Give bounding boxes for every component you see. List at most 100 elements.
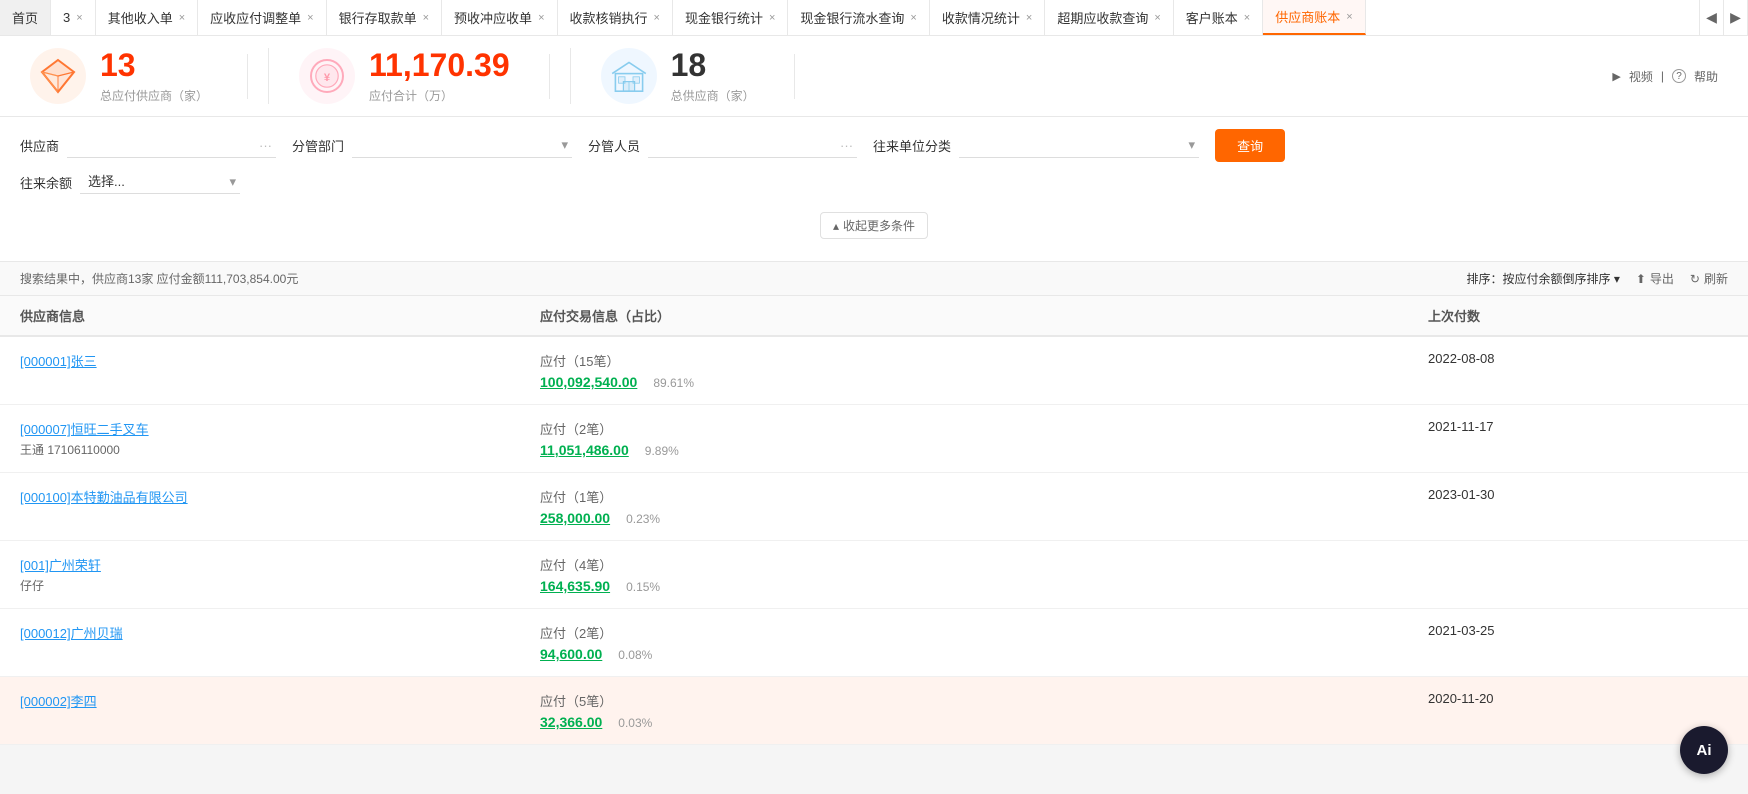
tx-info-cell: 应付（2笔） 94,600.00 0.08% xyxy=(540,623,1428,662)
tx-amount[interactable]: 164,635.90 xyxy=(540,578,610,594)
dept-select[interactable] xyxy=(360,138,564,153)
table-row: [000012]广州贝瑞 应付（2笔） 94,600.00 0.08% 2021… xyxy=(0,609,1748,677)
supplier-info-cell: [001]广州荣轩 仔仔 xyxy=(20,555,540,594)
tx-info-cell: 应付（4笔） 164,635.90 0.15% xyxy=(540,555,1428,594)
tx-row: 164,635.90 0.15% xyxy=(540,574,1428,594)
nav-arrow-right[interactable]: ▶ xyxy=(1724,0,1748,36)
close-icon[interactable]: × xyxy=(76,12,82,24)
last-pay-date: 2020-11-20 xyxy=(1428,691,1494,706)
supplier-icon xyxy=(30,48,86,104)
stats-bar: 13 总应付供应商（家） ¥ 11,170.39 应付合计（万） xyxy=(0,36,1748,117)
stat-label-payable-suppliers: 总应付供应商（家） xyxy=(100,87,208,104)
sort-chevron-icon: ▾ xyxy=(1614,272,1620,286)
supplier-link[interactable]: [000001]张三 xyxy=(20,351,540,370)
table-row: [000100]本特勤油品有限公司 应付（1笔） 258,000.00 0.23… xyxy=(0,473,1748,541)
nav-ar-ap-adjust[interactable]: 应收应付调整单 × xyxy=(198,0,326,35)
tx-amount[interactable]: 11,051,486.00 xyxy=(540,442,629,458)
tx-percent: 9.89% xyxy=(645,444,679,458)
result-bar-right: 排序：按应付余额倒序排序 ▾ ⬆ 导出 ↻ 刷新 xyxy=(1466,270,1728,287)
stat-number-total-suppliers: 18 xyxy=(671,48,755,83)
supplier-input-container[interactable]: ··· xyxy=(67,134,276,158)
filter-supplier: 供应商 ··· xyxy=(20,134,276,158)
tx-amount[interactable]: 100,092,540.00 xyxy=(540,374,637,390)
supplier-filter-label: 供应商 xyxy=(20,136,59,155)
supplier-link[interactable]: [000012]广州贝瑞 xyxy=(20,623,540,642)
nav-advance-collection[interactable]: 预收冲应收单 × xyxy=(442,0,557,35)
query-button[interactable]: 查询 xyxy=(1215,129,1285,162)
tx-row: 100,092,540.00 89.61% xyxy=(540,370,1428,390)
filter-dept: 分管部门 ▾ xyxy=(292,134,572,158)
close-icon[interactable]: × xyxy=(423,12,429,24)
table-row: [000007]恒旺二手叉车 王通 17106110000 应付（2笔） 11,… xyxy=(0,405,1748,473)
nav-cash-bank-flow[interactable]: 现金银行流水查询 × xyxy=(788,0,929,35)
supplier-input[interactable] xyxy=(67,134,255,157)
tx-percent: 0.15% xyxy=(626,580,660,594)
help-link[interactable]: 帮助 xyxy=(1694,68,1718,85)
filter-area: 供应商 ··· 分管部门 ▾ 分管人员 ··· xyxy=(0,117,1748,262)
tx-amount[interactable]: 32,366.00 xyxy=(540,714,602,730)
close-icon[interactable]: × xyxy=(1026,12,1032,24)
nav-supplier-ledger[interactable]: 供应商账本 × xyxy=(1263,0,1365,35)
help-icon: ? xyxy=(1672,69,1686,83)
supplier-link[interactable]: [000007]恒旺二手叉车 xyxy=(20,419,540,438)
stat-content-3: 18 总供应商（家） xyxy=(671,48,755,104)
close-icon[interactable]: × xyxy=(1244,12,1250,24)
supplier-info-cell: [000100]本特勤油品有限公司 xyxy=(20,487,540,506)
close-icon[interactable]: × xyxy=(1154,12,1160,24)
dept-filter-label: 分管部门 xyxy=(292,136,344,155)
person-input[interactable] xyxy=(648,134,836,157)
tx-info-cell: 应付（5笔） 32,366.00 0.03% xyxy=(540,691,1428,730)
nav-bank-deposit[interactable]: 银行存取款单 × xyxy=(327,0,442,35)
nav-customer-ledger[interactable]: 客户账本 × xyxy=(1174,0,1263,35)
nav-collection-verify[interactable]: 收款核销执行 × xyxy=(558,0,673,35)
result-bar: 搜索结果中，供应商13家 应付金额111,703,854.00元 排序：按应付余… xyxy=(0,262,1748,296)
tx-info-cell: 应付（1笔） 258,000.00 0.23% xyxy=(540,487,1428,526)
table-header: 供应商信息 应付交易信息（占比） 上次付数 xyxy=(0,296,1748,337)
collapse-button[interactable]: ▴ 收起更多条件 xyxy=(820,212,928,239)
last-pay-cell: 2023-01-30 xyxy=(1428,487,1728,502)
last-pay-date: 2021-03-25 xyxy=(1428,623,1495,638)
last-pay-date: 2023-01-30 xyxy=(1428,487,1495,502)
nav-collection-stats[interactable]: 收款情况统计 × xyxy=(930,0,1045,35)
nav-overdue-ar[interactable]: 超期应收款查询 × xyxy=(1045,0,1173,35)
close-icon[interactable]: × xyxy=(910,12,916,24)
stat-content-2: 11,170.39 应付合计（万） xyxy=(369,48,510,104)
stat-total-payable-amount: ¥ 11,170.39 应付合计（万） xyxy=(289,48,550,104)
tx-amount[interactable]: 258,000.00 xyxy=(540,510,610,526)
collapse-icon: ▴ xyxy=(833,219,839,233)
nav-cash-bank-stats[interactable]: 现金银行统计 × xyxy=(673,0,788,35)
tx-label: 应付（2笔） xyxy=(540,623,1428,642)
close-icon[interactable]: × xyxy=(538,12,544,24)
stat-total-suppliers: 18 总供应商（家） xyxy=(591,48,795,104)
supplier-link[interactable]: [000002]李四 xyxy=(20,691,540,710)
supplier-link[interactable]: [000100]本特勤油品有限公司 xyxy=(20,487,540,506)
balance-select-wrapper[interactable]: 选择... ▾ xyxy=(80,170,240,194)
col-header-tx: 应付交易信息（占比） xyxy=(540,306,1428,325)
supplier-info-cell: [000007]恒旺二手叉车 王通 17106110000 xyxy=(20,419,540,458)
ai-assistant-button[interactable]: Ai xyxy=(1680,726,1728,774)
export-button[interactable]: ⬆ 导出 xyxy=(1636,270,1674,287)
nav-arrow-left[interactable]: ◀ xyxy=(1700,0,1724,36)
person-input-container[interactable]: ··· xyxy=(648,134,857,158)
video-link[interactable]: 视频 xyxy=(1629,68,1653,85)
close-icon[interactable]: × xyxy=(1346,11,1352,23)
close-icon[interactable]: × xyxy=(654,12,660,24)
stat-content-1: 13 总应付供应商（家） xyxy=(100,48,208,104)
close-icon[interactable]: × xyxy=(179,12,185,24)
dept-select-wrapper[interactable]: ▾ xyxy=(352,134,572,158)
tx-amount[interactable]: 94,600.00 xyxy=(540,646,602,662)
close-icon[interactable]: × xyxy=(307,12,313,24)
export-icon: ⬆ xyxy=(1636,272,1646,286)
nav-home[interactable]: 首页 xyxy=(0,0,51,35)
result-text: 搜索结果中，供应商13家 应付金额111,703,854.00元 xyxy=(20,270,298,287)
category-select[interactable] xyxy=(967,138,1191,153)
close-icon[interactable]: × xyxy=(769,12,775,24)
supplier-dots-icon[interactable]: ··· xyxy=(255,138,276,153)
refresh-button[interactable]: ↻ 刷新 xyxy=(1690,270,1728,287)
balance-select[interactable]: 选择... xyxy=(88,174,232,189)
nav-other-income[interactable]: 其他收入单 × xyxy=(96,0,198,35)
nav-tab-3[interactable]: 3 × xyxy=(51,0,96,35)
person-dots-icon[interactable]: ··· xyxy=(836,138,857,153)
category-select-wrapper[interactable]: ▾ xyxy=(959,134,1199,158)
supplier-link[interactable]: [001]广州荣轩 xyxy=(20,555,540,574)
